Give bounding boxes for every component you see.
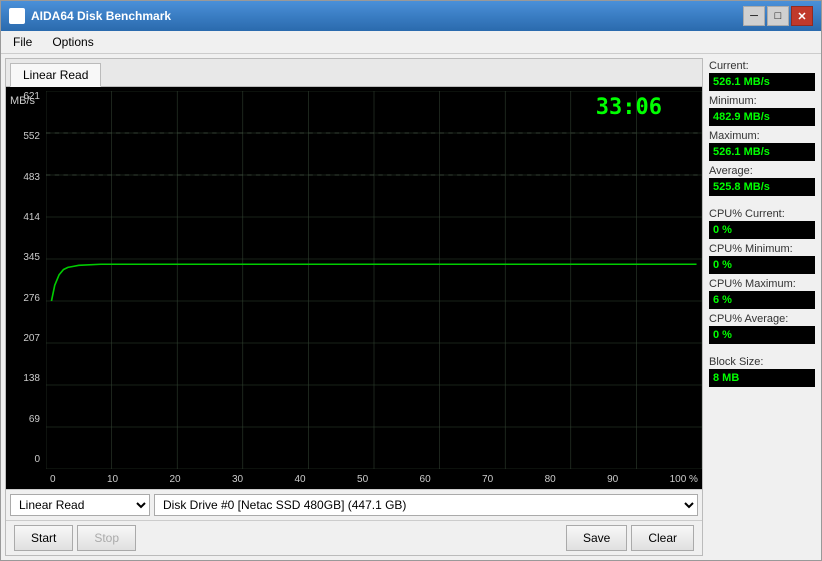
window-controls: ─ □ ✕ bbox=[743, 6, 813, 26]
x-label-10: 10 bbox=[107, 474, 118, 485]
left-panel: Linear Read MB/s 33:06 0 69 138 207 276 … bbox=[5, 58, 703, 556]
x-label-90: 90 bbox=[607, 474, 618, 485]
block-size-label: Block Size: bbox=[709, 356, 815, 368]
titlebar: AIDA64 Disk Benchmark ─ □ ✕ bbox=[1, 1, 821, 31]
app-icon bbox=[9, 8, 25, 24]
maximum-value: 526.1 MB/s bbox=[709, 143, 815, 161]
cpu-maximum-label: CPU% Maximum: bbox=[709, 278, 815, 290]
stat-current: Current: 526.1 MB/s bbox=[709, 60, 815, 91]
main-window: AIDA64 Disk Benchmark ─ □ ✕ File Options… bbox=[0, 0, 822, 561]
x-label-100: 100 % bbox=[670, 474, 698, 485]
save-button[interactable]: Save bbox=[566, 525, 627, 551]
test-select[interactable]: Linear Read bbox=[10, 494, 150, 516]
x-label-30: 30 bbox=[232, 474, 243, 485]
cpu-maximum-value: 6 % bbox=[709, 291, 815, 309]
y-label-621: 621 bbox=[8, 91, 44, 102]
cpu-current-value: 0 % bbox=[709, 221, 815, 239]
average-label: Average: bbox=[709, 165, 815, 177]
stat-cpu-current: CPU% Current: 0 % bbox=[709, 208, 815, 239]
button-row: Start Stop Save Clear bbox=[6, 520, 702, 555]
x-label-50: 50 bbox=[357, 474, 368, 485]
y-label-552: 552 bbox=[8, 131, 44, 142]
stat-cpu-minimum: CPU% Minimum: 0 % bbox=[709, 243, 815, 274]
minimize-button[interactable]: ─ bbox=[743, 6, 765, 26]
stat-block-size: Block Size: 8 MB bbox=[709, 356, 815, 387]
y-label-345: 345 bbox=[8, 252, 44, 263]
x-label-20: 20 bbox=[169, 474, 180, 485]
content-area: Linear Read MB/s 33:06 0 69 138 207 276 … bbox=[1, 54, 821, 560]
chart-grid bbox=[46, 91, 702, 469]
close-button[interactable]: ✕ bbox=[791, 6, 813, 26]
clear-button[interactable]: Clear bbox=[631, 525, 694, 551]
y-label-276: 276 bbox=[8, 293, 44, 304]
cpu-minimum-value: 0 % bbox=[709, 256, 815, 274]
bottom-controls: Linear Read Disk Drive #0 [Netac SSD 480… bbox=[6, 489, 702, 520]
y-label-207: 207 bbox=[8, 333, 44, 344]
x-label-60: 60 bbox=[420, 474, 431, 485]
x-label-0: 0 bbox=[50, 474, 56, 485]
y-label-414: 414 bbox=[8, 212, 44, 223]
window-title: AIDA64 Disk Benchmark bbox=[31, 9, 743, 23]
current-label: Current: bbox=[709, 60, 815, 72]
y-label-0: 0 bbox=[8, 454, 44, 465]
cpu-current-label: CPU% Current: bbox=[709, 208, 815, 220]
cpu-average-label: CPU% Average: bbox=[709, 313, 815, 325]
x-label-80: 80 bbox=[545, 474, 556, 485]
x-label-70: 70 bbox=[482, 474, 493, 485]
chart-area: MB/s 33:06 0 69 138 207 276 345 414 483 … bbox=[6, 87, 702, 489]
stat-average: Average: 525.8 MB/s bbox=[709, 165, 815, 196]
stat-minimum: Minimum: 482.9 MB/s bbox=[709, 95, 815, 126]
x-axis-labels: 0 10 20 30 40 50 60 70 80 90 100 % bbox=[46, 469, 702, 489]
maximize-button[interactable]: □ bbox=[767, 6, 789, 26]
block-size-value: 8 MB bbox=[709, 369, 815, 387]
disk-select[interactable]: Disk Drive #0 [Netac SSD 480GB] (447.1 G… bbox=[154, 494, 698, 516]
menu-file[interactable]: File bbox=[5, 33, 40, 51]
minimum-value: 482.9 MB/s bbox=[709, 108, 815, 126]
y-label-138: 138 bbox=[8, 373, 44, 384]
cpu-average-value: 0 % bbox=[709, 326, 815, 344]
tab-linear-read[interactable]: Linear Read bbox=[10, 63, 101, 87]
tab-bar: Linear Read bbox=[6, 59, 702, 87]
start-button[interactable]: Start bbox=[14, 525, 73, 551]
menu-options[interactable]: Options bbox=[44, 33, 101, 51]
stat-cpu-average: CPU% Average: 0 % bbox=[709, 313, 815, 344]
y-label-483: 483 bbox=[8, 172, 44, 183]
minimum-label: Minimum: bbox=[709, 95, 815, 107]
y-axis-labels: 0 69 138 207 276 345 414 483 552 621 bbox=[6, 87, 46, 469]
right-panel: Current: 526.1 MB/s Minimum: 482.9 MB/s … bbox=[707, 58, 817, 556]
y-label-69: 69 bbox=[8, 414, 44, 425]
stop-button[interactable]: Stop bbox=[77, 525, 136, 551]
menubar: File Options bbox=[1, 31, 821, 54]
average-value: 525.8 MB/s bbox=[709, 178, 815, 196]
cpu-minimum-label: CPU% Minimum: bbox=[709, 243, 815, 255]
stat-maximum: Maximum: 526.1 MB/s bbox=[709, 130, 815, 161]
current-value: 526.1 MB/s bbox=[709, 73, 815, 91]
x-label-40: 40 bbox=[295, 474, 306, 485]
maximum-label: Maximum: bbox=[709, 130, 815, 142]
stat-cpu-maximum: CPU% Maximum: 6 % bbox=[709, 278, 815, 309]
